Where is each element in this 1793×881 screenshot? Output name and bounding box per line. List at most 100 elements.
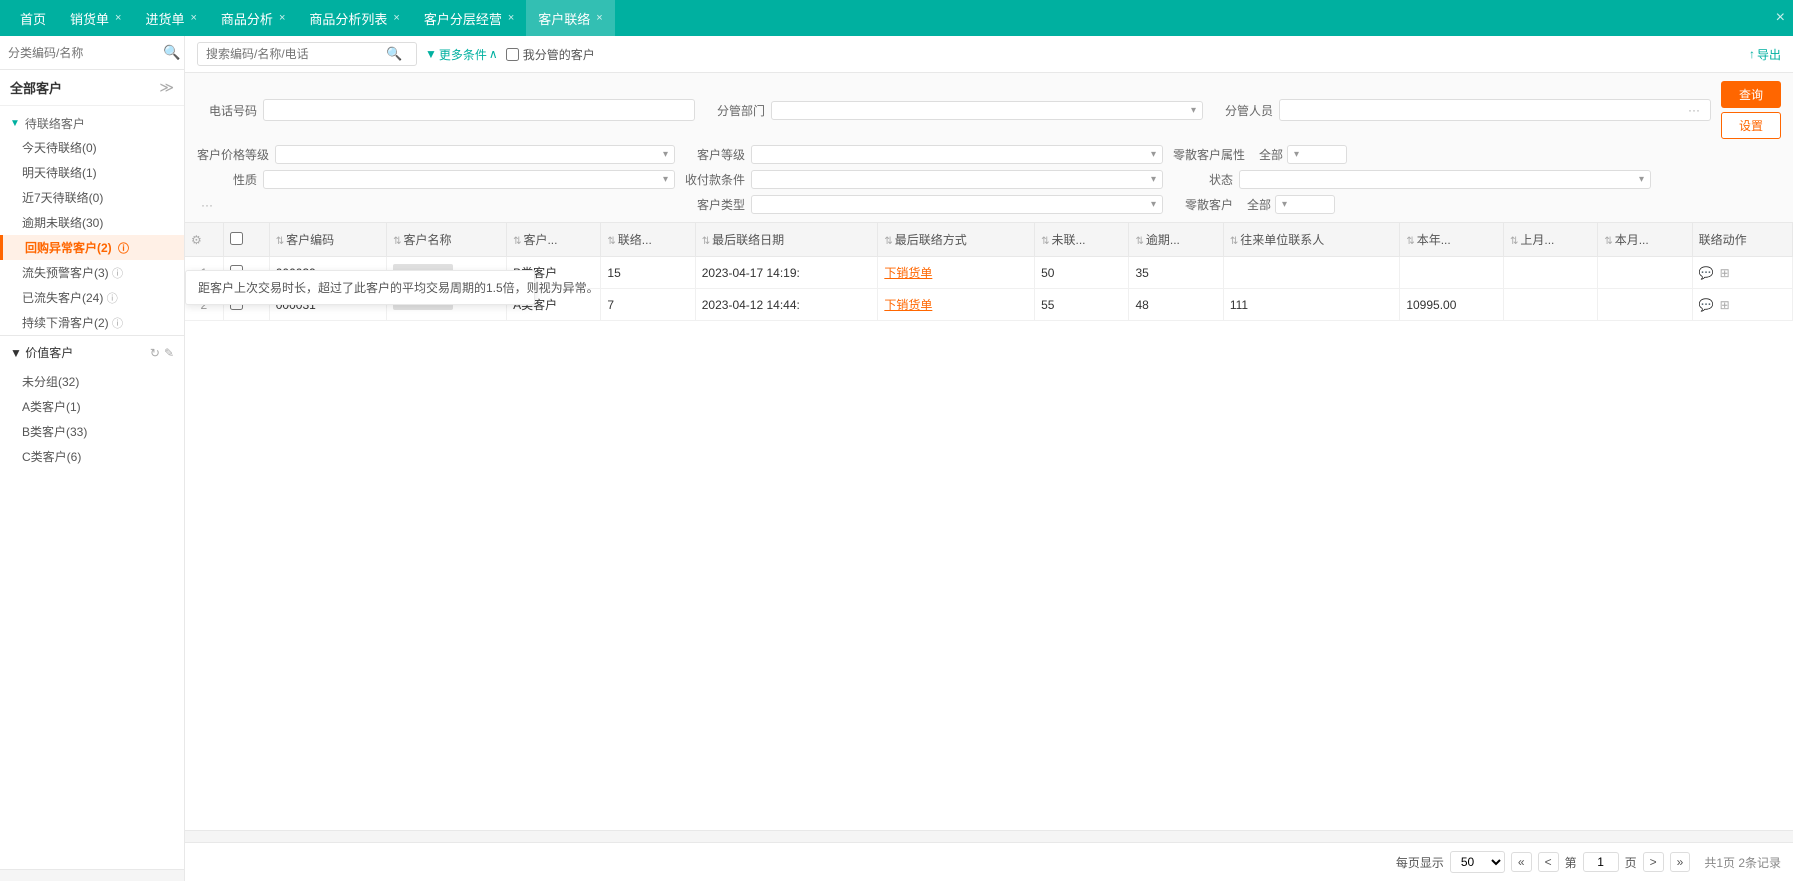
- sort-this-month-icon[interactable]: ⇅: [1604, 236, 1612, 247]
- row-2-method-link[interactable]: 下销货单: [884, 298, 932, 312]
- sort-no-contact-icon[interactable]: ⇅: [1041, 236, 1049, 247]
- sidebar-value-customer-section: ▼ 价值客户 ↻ ✎: [0, 335, 184, 369]
- nav-close-analysis[interactable]: ×: [279, 12, 285, 24]
- page-number-input[interactable]: [1583, 852, 1619, 872]
- filter-nature-select[interactable]: ▾: [263, 170, 675, 189]
- cust-level-arrow: ▾: [1151, 149, 1156, 160]
- row-2-last-date: 2023-04-12 14:44:: [695, 289, 878, 321]
- sort-contacts-icon[interactable]: ⇅: [1230, 236, 1238, 247]
- nav-item-customer-tier[interactable]: 客户分层经营 ×: [412, 0, 526, 36]
- sidebar-item-overdue[interactable]: 逾期未联络(30): [0, 210, 184, 235]
- nav-item-purchase[interactable]: 进货单 ×: [133, 0, 208, 36]
- nav-item-customer-contact[interactable]: 客户联络 ×: [526, 0, 614, 36]
- export-icon: ↑: [1749, 47, 1755, 61]
- more-conditions-btn[interactable]: ▼ 更多条件 ∧: [425, 46, 498, 63]
- nav-item-analysis[interactable]: 商品分析 ×: [209, 0, 297, 36]
- sidebar-item-tomorrow[interactable]: 明天待联络(1): [0, 160, 184, 185]
- col-name: ⇅客户名称: [387, 223, 507, 257]
- sidebar-item-declining[interactable]: 持续下滑客户(2) ⓘ: [0, 310, 184, 335]
- filter-search-area: 🔍: [197, 42, 417, 66]
- filter-cust-level-select[interactable]: ▾: [751, 145, 1163, 164]
- filter-status-label: 状态: [1173, 171, 1233, 188]
- dept-arrow-icon: ▾: [1191, 105, 1196, 116]
- last-page-btn[interactable]: »: [1670, 852, 1691, 872]
- nav-close-customer-tier[interactable]: ×: [508, 12, 514, 24]
- filter-dept-select[interactable]: ▾: [771, 101, 1203, 120]
- query-btn[interactable]: 查询: [1721, 81, 1781, 108]
- sidebar-item-today[interactable]: 今天待联络(0): [0, 135, 184, 160]
- filter-cust-type-select[interactable]: ▾: [751, 195, 1163, 214]
- main-search-icon[interactable]: 🔍: [386, 46, 402, 62]
- row-2-chat-icon[interactable]: 💬: [1699, 298, 1714, 312]
- sort-this-year-icon[interactable]: ⇅: [1406, 236, 1414, 247]
- filter-dept-field: 分管部门 ▾: [705, 101, 1203, 120]
- settings-icon[interactable]: ⚙: [191, 233, 202, 247]
- price-level-arrow: ▾: [663, 149, 668, 160]
- sidebar-item-classB[interactable]: B类客户(33): [0, 419, 184, 444]
- nav-item-home[interactable]: 首页: [8, 0, 58, 36]
- filter-status-select[interactable]: ▾: [1239, 170, 1651, 189]
- settings-btn[interactable]: 设置: [1721, 112, 1781, 139]
- row-2-this-month: [1598, 289, 1692, 321]
- filter-row-2: 客户价格等级 ▾ 客户等级 ▾ 零散客户属性 全部: [197, 145, 1781, 164]
- filter-retail-cust-select[interactable]: ▾: [1275, 195, 1335, 214]
- row-1-method-link[interactable]: 下销货单: [884, 266, 932, 280]
- nav-close-purchase[interactable]: ×: [190, 12, 196, 24]
- filter-status-field: 状态 ▾: [1173, 170, 1651, 189]
- sidebar-search-input[interactable]: [8, 46, 163, 60]
- nav-close-sales[interactable]: ×: [115, 12, 121, 24]
- window-close-btn[interactable]: ×: [1776, 9, 1785, 27]
- sidebar-collapse-btn[interactable]: ≫: [159, 79, 174, 96]
- sort-contact-icon[interactable]: ⇅: [607, 236, 615, 247]
- my-customers-checkbox[interactable]: [506, 48, 519, 61]
- nav-item-sales[interactable]: 销货单 ×: [58, 0, 133, 36]
- filter-price-level-select[interactable]: ▾: [275, 145, 675, 164]
- refresh-icon[interactable]: ↻: [150, 346, 160, 360]
- horizontal-scrollbar[interactable]: [185, 830, 1793, 842]
- nav-close-customer-contact[interactable]: ×: [596, 12, 602, 24]
- sidebar-item-classC[interactable]: C类客户(6): [0, 444, 184, 469]
- row-1-chat-icon[interactable]: 💬: [1699, 266, 1714, 280]
- sort-last-date-icon[interactable]: ⇅: [702, 236, 710, 247]
- filter-phone-label: 电话号码: [197, 102, 257, 119]
- sidebar-item-repurchase-abnormal[interactable]: 回购异常客户(2) ⓘ: [0, 235, 184, 260]
- value-customer-label: ▼ 价值客户: [10, 344, 150, 361]
- prev-page-btn[interactable]: <: [1538, 852, 1559, 872]
- row-2-more-icon[interactable]: ⊞: [1720, 298, 1730, 312]
- row-1-last-method: 下销货单: [878, 257, 1035, 289]
- filter-payment-select[interactable]: ▾: [751, 170, 1163, 189]
- sort-name-icon[interactable]: ⇅: [393, 236, 401, 247]
- tooltip-box: 距客户上次交易时长，超过了此客户的平均交易周期的1.5倍，则视为异常。: [185, 270, 535, 305]
- filter-more-dots[interactable]: ···: [197, 198, 217, 212]
- sidebar-item-classA[interactable]: A类客户(1): [0, 394, 184, 419]
- sidebar-item-7days[interactable]: 近7天待联络(0): [0, 185, 184, 210]
- filter-retail-attr-select[interactable]: ▾: [1287, 145, 1347, 164]
- sort-overdue-icon[interactable]: ⇅: [1135, 236, 1143, 247]
- nav-close-analysis-list[interactable]: ×: [393, 12, 399, 24]
- sidebar-item-ungroup[interactable]: 未分组(32): [0, 369, 184, 394]
- per-page-select[interactable]: 50 100 200: [1450, 851, 1505, 873]
- export-btn[interactable]: ↑ 导出: [1749, 46, 1781, 63]
- filter-phone-input[interactable]: [263, 99, 695, 121]
- sort-level-icon[interactable]: ⇅: [513, 236, 521, 247]
- col-overdue: ⇅逾期...: [1129, 223, 1223, 257]
- main-search-input[interactable]: [206, 47, 386, 61]
- select-all-checkbox[interactable]: [230, 232, 243, 245]
- filter-cust-type-field: 客户类型 ▾: [685, 195, 1163, 214]
- tree-group-pending[interactable]: ▼ 待联络客户: [0, 110, 184, 135]
- first-page-btn[interactable]: «: [1511, 852, 1532, 872]
- filter-manager-select[interactable]: ···: [1279, 99, 1711, 121]
- sidebar: 🔍 全部客户 ≫ ▼ 待联络客户 今天待联络(0) 明天待联络(1) 近7天待联…: [0, 36, 185, 881]
- edit-icon[interactable]: ✎: [164, 346, 174, 360]
- nav-item-analysis-list[interactable]: 商品分析列表 ×: [297, 0, 411, 36]
- manager-dots[interactable]: ···: [1684, 103, 1704, 117]
- row-1-more-icon[interactable]: ⊞: [1720, 266, 1730, 280]
- sidebar-search-icon[interactable]: 🔍: [163, 44, 180, 61]
- sort-code-icon[interactable]: ⇅: [276, 236, 284, 247]
- sidebar-item-lost[interactable]: 已流失客户(24) ⓘ: [0, 285, 184, 310]
- sidebar-item-lost-warning[interactable]: 流失预警客户(3) ⓘ: [0, 260, 184, 285]
- next-page-btn[interactable]: >: [1643, 852, 1664, 872]
- my-customers-checkbox-area: 我分管的客户: [506, 46, 595, 63]
- sort-last-month-icon[interactable]: ⇅: [1510, 236, 1518, 247]
- sort-last-method-icon[interactable]: ⇅: [884, 236, 892, 247]
